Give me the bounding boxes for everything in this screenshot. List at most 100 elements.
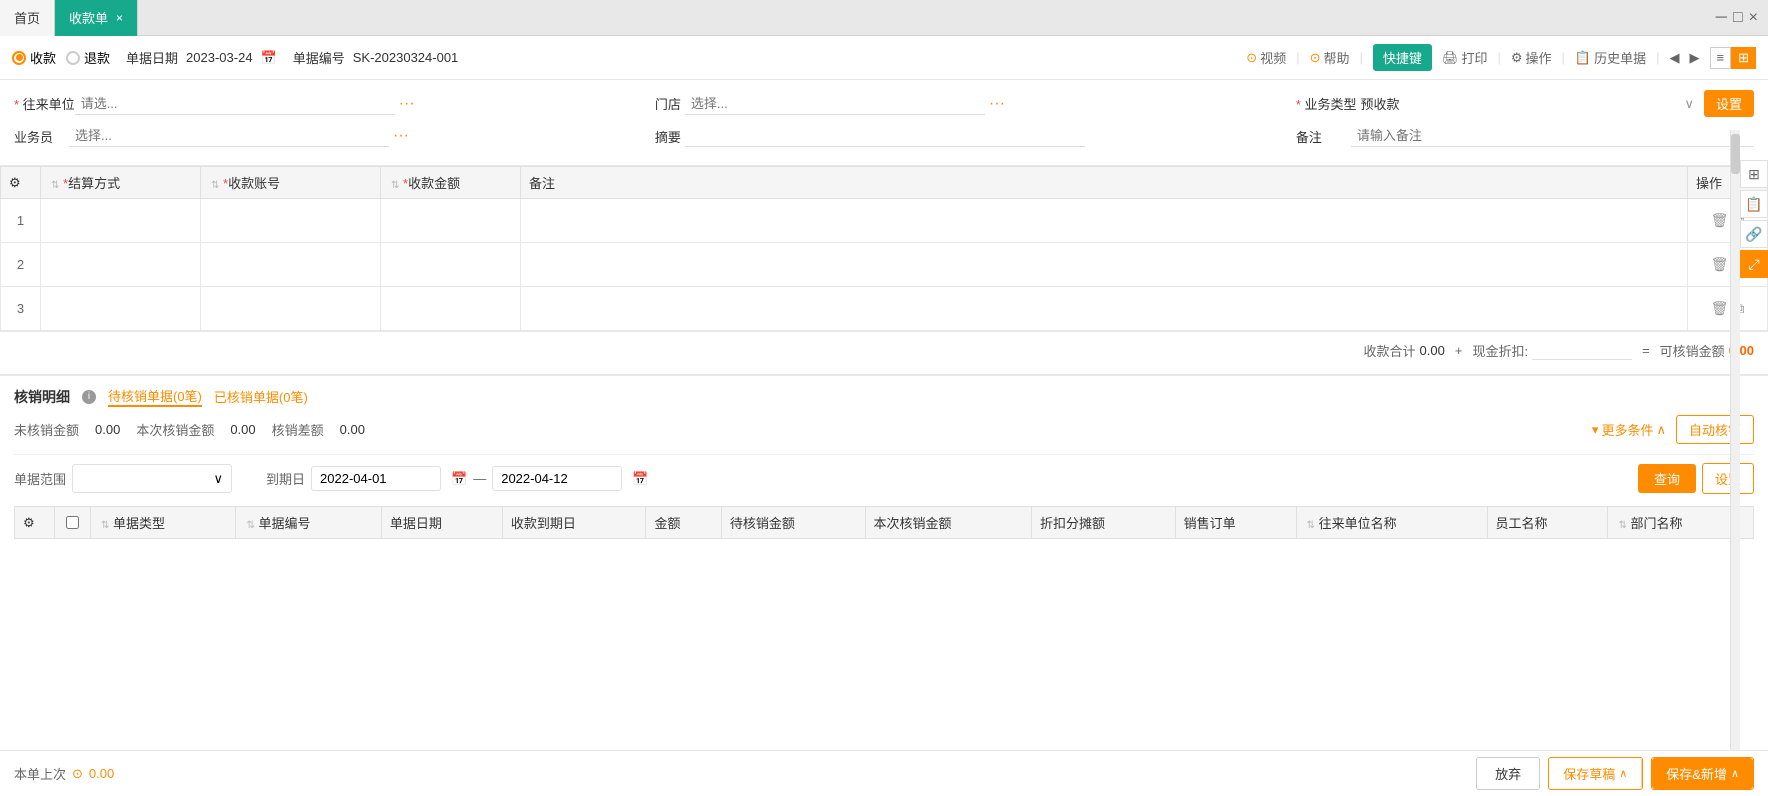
action-print[interactable]: 🖨 打印 xyxy=(1442,48,1488,67)
cell-account-3[interactable] xyxy=(201,287,381,331)
equals-icon: = xyxy=(1642,343,1650,358)
col-collect-date: 收款到期日 xyxy=(502,507,646,539)
cell-remark-1[interactable] xyxy=(521,199,1688,243)
delete-row-3-icon[interactable]: 🗑 xyxy=(1711,300,1729,317)
action-operation[interactable]: ⚙ 操作 xyxy=(1511,48,1552,67)
scrollbar-thumb[interactable] xyxy=(1731,134,1740,174)
cell-amount-2[interactable] xyxy=(381,243,521,287)
store-input[interactable] xyxy=(685,93,985,115)
discount-input[interactable] xyxy=(1532,340,1632,360)
cell-amount-1[interactable] xyxy=(381,199,521,243)
counterpart-field: 往来单位 ··· xyxy=(14,93,625,115)
nav-prev-icon[interactable]: ◀ xyxy=(1670,50,1680,66)
sort-icon: ⇅ xyxy=(211,180,219,191)
select-all-checkbox[interactable] xyxy=(66,516,79,529)
prev-value-icon: ⊙ xyxy=(72,766,83,782)
save-new-chevron[interactable]: ∧ xyxy=(1731,767,1739,780)
col-doc-type: ⇅ 单据类型 xyxy=(91,507,236,539)
radio-refund[interactable]: 退款 xyxy=(66,48,110,67)
sort-icon: ⇅ xyxy=(51,180,59,191)
delete-row-2-icon[interactable]: 🗑 xyxy=(1711,256,1729,273)
verify-section: 核销明细 i 待核销单据(0笔) 已核销单据(0笔) 未核销金额 0.00 本次… xyxy=(0,374,1768,549)
nav-next-icon[interactable]: ▶ xyxy=(1690,50,1700,66)
side-expand-icon[interactable]: ⤢ xyxy=(1740,250,1768,278)
cell-remark-3[interactable] xyxy=(521,287,1688,331)
verify-setting-button[interactable]: 设置 xyxy=(1702,463,1754,494)
save-new-button[interactable]: 保存&新增 ∧ xyxy=(1652,758,1753,789)
toolbar: 收款 退款 单据日期 2023-03-24 📅 单据编号 SK-20230324… xyxy=(0,36,1768,80)
verify-info-icon[interactable]: i xyxy=(82,390,96,404)
more-conditions-link[interactable]: ▾ 更多条件 ∧ xyxy=(1592,420,1666,439)
remark-label: 备注 xyxy=(1296,127,1351,146)
side-doc-icon[interactable]: 📋 xyxy=(1740,190,1768,218)
col-settings-bottom[interactable]: ⚙ xyxy=(15,507,55,539)
col-checkbox-header xyxy=(55,507,91,539)
filter-due-label: 到期日 xyxy=(266,469,305,488)
doc-no-label: 单据编号 xyxy=(293,48,345,67)
tab-done[interactable]: 已核销单据(0笔) xyxy=(214,387,308,406)
side-table-icon[interactable]: ⊞ xyxy=(1740,160,1768,188)
table-wrapper: ⚙ ⇅ *结算方式 ⇅ *收款账号 ⇅ *收款金额 备注 xyxy=(0,166,1768,331)
salesman-more-icon[interactable]: ··· xyxy=(393,127,409,145)
salesman-input[interactable] xyxy=(69,125,389,147)
calendar-icon[interactable]: 📅 xyxy=(261,50,277,66)
plus-icon: + xyxy=(1455,343,1463,358)
tab-receipt-label: 收款单 xyxy=(69,8,108,27)
col-amount-bottom: 金额 xyxy=(646,507,721,539)
col-header-settings[interactable]: ⚙ xyxy=(1,167,41,199)
calendar-to-icon[interactable]: 📅 xyxy=(632,471,648,487)
close-icon[interactable]: × xyxy=(1749,9,1758,27)
query-button[interactable]: 查询 xyxy=(1638,464,1696,493)
cell-account-1[interactable] xyxy=(201,199,381,243)
counterpart-more-icon[interactable]: ··· xyxy=(399,95,415,113)
summary-input[interactable] xyxy=(685,125,1085,147)
tab-receipt[interactable]: 收款单 × xyxy=(55,0,138,36)
delete-row-1-icon[interactable]: 🗑 xyxy=(1711,212,1729,229)
view-list-btn[interactable]: ≡ xyxy=(1710,47,1732,69)
action-help[interactable]: ⊙ 帮助 xyxy=(1310,48,1350,67)
counterpart-input[interactable] xyxy=(75,93,395,115)
action-video[interactable]: ⊙ 视频 xyxy=(1246,48,1286,67)
cell-amount-3[interactable] xyxy=(381,287,521,331)
side-link-icon[interactable]: 🔗 xyxy=(1740,220,1768,248)
calendar-from-icon[interactable]: 📅 xyxy=(451,471,467,487)
verify-stats: 未核销金额 0.00 本次核销金额 0.00 核销差额 0.00 ▾ 更多条件 … xyxy=(14,415,1754,444)
cell-remark-2[interactable] xyxy=(521,243,1688,287)
col-current-verify: 本次核销金额 xyxy=(865,507,1031,539)
total-label: 收款合计 xyxy=(1364,341,1416,360)
maximize-icon[interactable]: □ xyxy=(1733,9,1743,27)
minimize-icon[interactable]: ─ xyxy=(1716,9,1727,27)
radio-receive[interactable]: 收款 xyxy=(12,48,56,67)
tab-home[interactable]: 首页 xyxy=(0,0,55,36)
remark-input[interactable] xyxy=(1351,125,1754,147)
biz-type-chevron[interactable]: ∨ xyxy=(1684,96,1694,112)
tab-pending[interactable]: 待核销单据(0笔) xyxy=(108,386,202,407)
salesman-label: 业务员 xyxy=(14,127,69,146)
footer-right: 放弃 保存草稿 ∧ 保存&新增 ∧ xyxy=(1476,757,1754,790)
biz-type-label: 业务类型 xyxy=(1296,94,1357,113)
save-draft-button[interactable]: 保存草稿 ∧ xyxy=(1549,758,1642,789)
verify-filter: 单据范围 ∨ 到期日 📅 — 📅 查询 设置 xyxy=(14,454,1754,502)
save-draft-chevron[interactable]: ∧ xyxy=(1619,767,1627,780)
filter-due-field: 到期日 📅 — 📅 xyxy=(266,466,648,491)
tab-home-label: 首页 xyxy=(14,8,40,27)
tab-close-icon[interactable]: × xyxy=(116,11,123,25)
shortcut-button[interactable]: 快捷键 xyxy=(1373,44,1432,71)
action-history[interactable]: 📋 历史单据 xyxy=(1575,48,1646,67)
summary-bar: 收款合计 0.00 + 现金折扣: = 可核销金额 0.00 xyxy=(0,331,1768,368)
settings-button[interactable]: 设置 xyxy=(1704,90,1754,117)
prev-label: 本单上次 xyxy=(14,764,66,783)
view-grid-btn[interactable]: ⊞ xyxy=(1731,47,1756,69)
store-more-icon[interactable]: ··· xyxy=(989,95,1005,113)
cell-account-2[interactable] xyxy=(201,243,381,287)
filter-date-to[interactable] xyxy=(492,466,622,491)
cell-settlement-2[interactable] xyxy=(41,243,201,287)
tab-bar: 首页 收款单 × ─ □ × xyxy=(0,0,1768,36)
filter-date-from[interactable] xyxy=(311,466,441,491)
abandon-button[interactable]: 放弃 xyxy=(1476,757,1540,790)
diff-value: 0.00 xyxy=(340,422,365,437)
auto-verify-button[interactable]: 自动核销 xyxy=(1676,415,1754,444)
filter-range-select[interactable]: ∨ xyxy=(72,464,232,493)
cell-settlement-1[interactable] xyxy=(41,199,201,243)
cell-settlement-3[interactable] xyxy=(41,287,201,331)
